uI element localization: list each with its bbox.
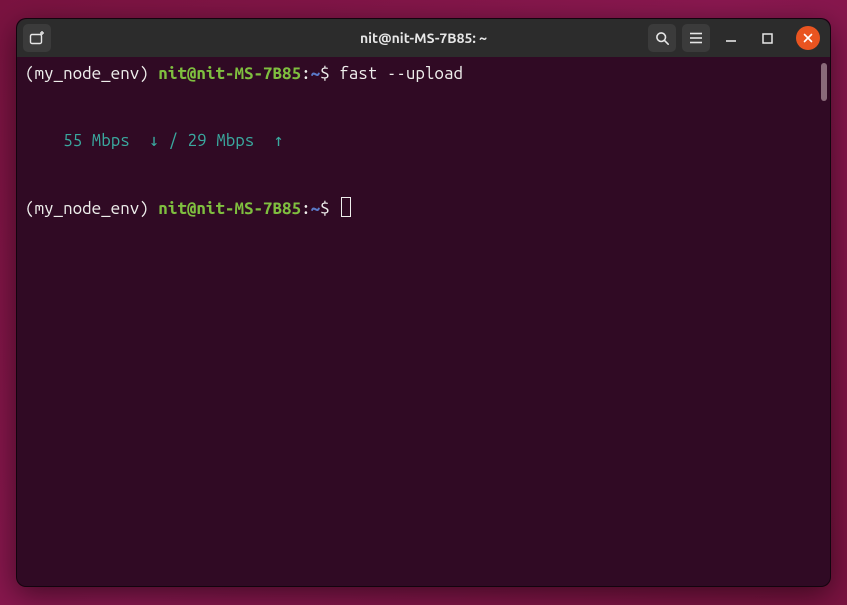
titlebar: nit@nit-MS-7B85: ~ bbox=[17, 19, 830, 57]
cwd-path: ~ bbox=[311, 64, 321, 83]
close-icon bbox=[803, 33, 813, 43]
prompt-line-2: (my_node_env) nit@nit-MS-7B85:~$ bbox=[25, 197, 822, 221]
maximize-icon bbox=[762, 33, 773, 44]
speed-separator: / bbox=[169, 131, 179, 150]
maximize-button[interactable] bbox=[752, 24, 782, 52]
prompt-line-1: (my_node_env) nit@nit-MS-7B85:~$ fast --… bbox=[25, 63, 822, 86]
new-tab-button[interactable] bbox=[23, 24, 51, 52]
download-speed-unit: Mbps bbox=[92, 131, 130, 150]
venv-tag: (my_node_env) bbox=[25, 199, 149, 218]
scrollbar[interactable] bbox=[821, 63, 827, 580]
command-text: fast --upload bbox=[339, 64, 463, 83]
terminal-body[interactable]: (my_node_env) nit@nit-MS-7B85:~$ fast --… bbox=[17, 57, 830, 586]
minimize-button[interactable] bbox=[716, 24, 746, 52]
upload-arrow-icon: ↑ bbox=[273, 131, 283, 150]
upload-speed-value: 29 bbox=[188, 131, 207, 150]
download-arrow-icon: ↓ bbox=[149, 131, 159, 150]
venv-tag: (my_node_env) bbox=[25, 64, 149, 83]
hamburger-menu-button[interactable] bbox=[682, 24, 710, 52]
download-speed-value: 55 bbox=[63, 131, 82, 150]
cwd-path: ~ bbox=[311, 199, 321, 218]
minimize-icon bbox=[725, 32, 737, 44]
close-button[interactable] bbox=[796, 26, 820, 50]
terminal-window: nit@nit-MS-7B85: ~ bbox=[16, 18, 831, 587]
hamburger-icon bbox=[689, 32, 703, 44]
new-tab-icon bbox=[29, 31, 45, 45]
upload-speed-unit: Mbps bbox=[216, 131, 254, 150]
search-button[interactable] bbox=[648, 24, 676, 52]
text-cursor bbox=[341, 197, 351, 217]
fast-output: 55 Mbps ↓ / 29 Mbps ↑ bbox=[25, 130, 822, 153]
user-host: nit@nit-MS-7B85 bbox=[158, 199, 301, 218]
scrollbar-thumb[interactable] bbox=[821, 63, 827, 101]
user-host: nit@nit-MS-7B85 bbox=[158, 64, 301, 83]
search-icon bbox=[655, 31, 670, 46]
